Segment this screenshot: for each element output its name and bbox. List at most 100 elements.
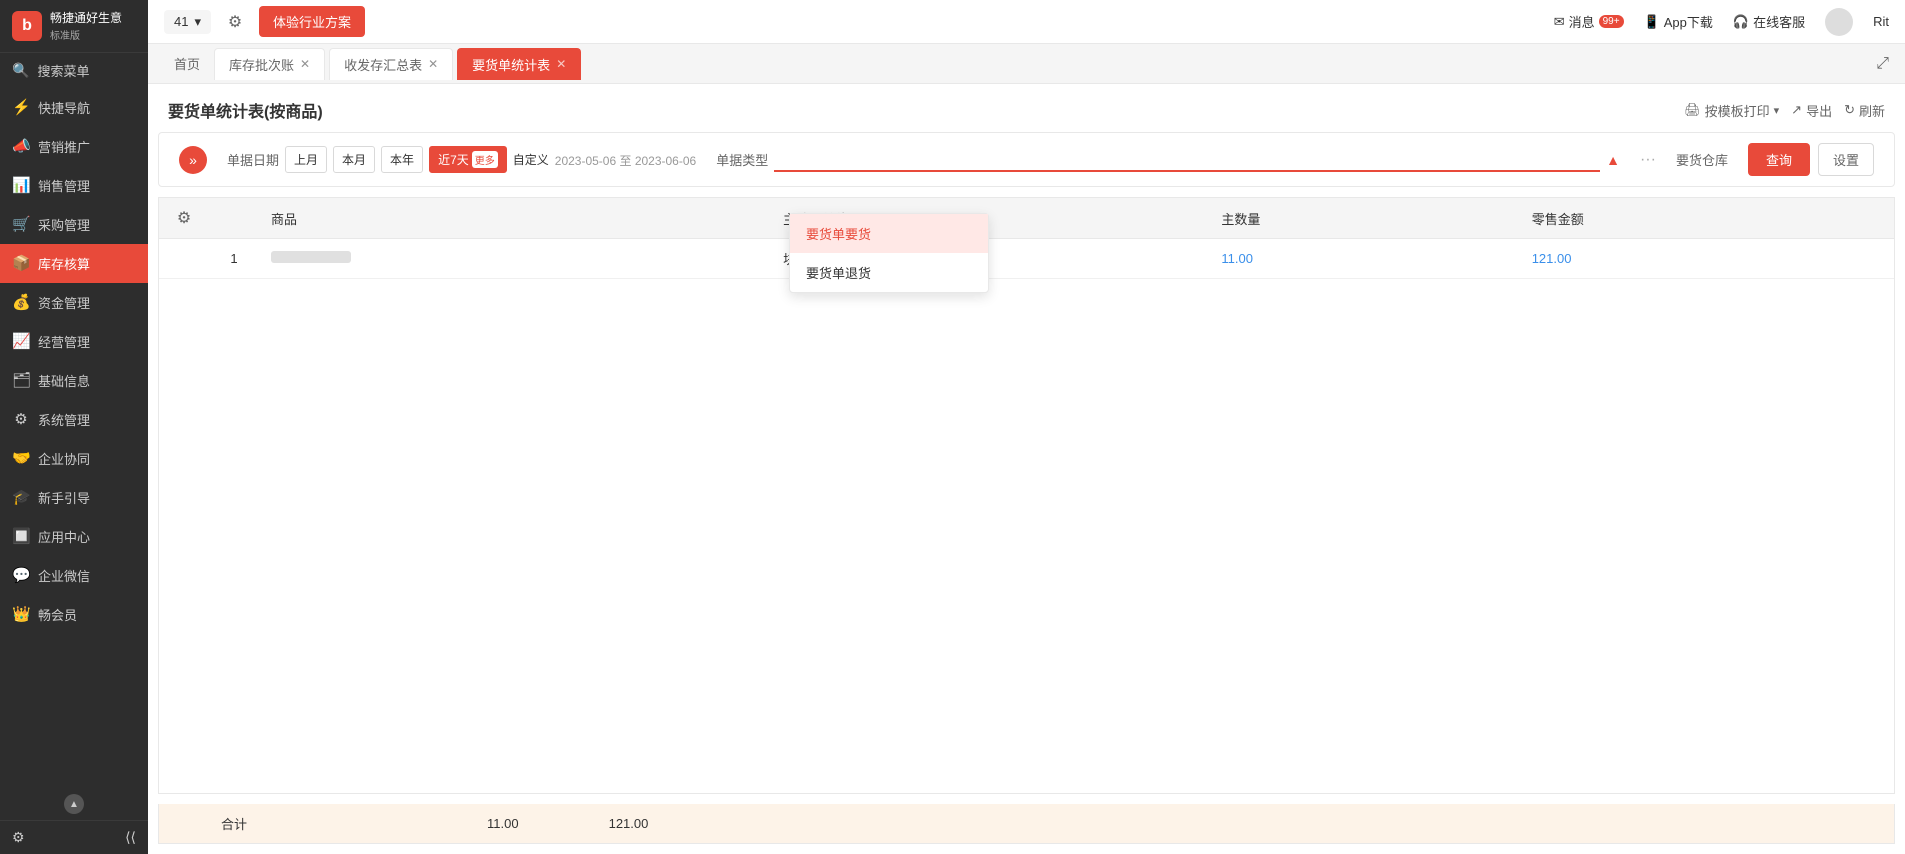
col-qty: 主数量 xyxy=(1209,198,1519,239)
col-settings-icon: ⚙ xyxy=(177,208,191,228)
sidebar-item-inventory[interactable]: 📦 库存核算 xyxy=(0,244,148,283)
refresh-btn[interactable]: ↻ 刷新 xyxy=(1844,101,1885,120)
sidebar-item-sales[interactable]: 📊 销售管理 xyxy=(0,166,148,205)
store-number: 41 xyxy=(174,14,188,29)
footer-label: 合计 xyxy=(221,814,247,833)
tab-receive-summary-label: 收发存汇总表 xyxy=(344,55,422,74)
date-recent-btn[interactable]: 近7天 更多 xyxy=(429,146,507,173)
phone-icon: 📱 xyxy=(1644,14,1660,30)
tab-order-stats[interactable]: 要货单统计表 ✕ xyxy=(457,48,581,80)
tab-home[interactable]: 首页 xyxy=(164,48,210,79)
tab-expand-btn[interactable]: ⤢ xyxy=(1876,55,1889,73)
customer-service-btn[interactable]: 🎧 在线客服 xyxy=(1733,12,1805,31)
date-up-btn[interactable]: 上月 xyxy=(285,146,327,173)
tab-inventory-batch-close[interactable]: ✕ xyxy=(300,57,310,71)
settings-icon[interactable]: ⚙ xyxy=(12,829,25,846)
topbar-settings-btn[interactable]: ⚙ xyxy=(221,8,249,36)
filter-expand-btn[interactable]: » xyxy=(179,146,207,174)
system-icon: ⚙ xyxy=(12,410,30,428)
date-year-btn[interactable]: 本年 xyxy=(381,146,423,173)
wechat-icon: 💬 xyxy=(12,566,30,584)
refresh-icon: ↻ xyxy=(1844,102,1855,118)
topbar: 41 ▾ ⚙ 体验行业方案 ✉ 消息 99+ 📱 App下载 🎧 在线客服 Ri… xyxy=(148,0,1905,44)
tab-inventory-batch-label: 库存批次账 xyxy=(229,55,294,74)
sidebar-logo: b 畅捷通好生意 标准版 xyxy=(0,0,148,53)
sidebar-item-cooperation[interactable]: 🤝 企业协同 xyxy=(0,439,148,478)
type-label: 单据类型 xyxy=(716,150,768,169)
date-more-badge: 更多 xyxy=(472,151,498,168)
col-amount: 零售金额 xyxy=(1520,198,1894,239)
date-current-btn[interactable]: 本月 xyxy=(333,146,375,173)
nav-label: 销售管理 xyxy=(38,176,90,195)
sidebar-item-finance[interactable]: 💰 资金管理 xyxy=(0,283,148,322)
date-range: 2023-05-06 至 2023-06-06 xyxy=(555,152,696,169)
tab-inventory-batch[interactable]: 库存批次账 ✕ xyxy=(214,48,325,80)
type-chevron-up-icon[interactable]: ▲ xyxy=(1606,152,1620,168)
store-selector[interactable]: 41 ▾ xyxy=(164,10,211,34)
sidebar-item-apps[interactable]: 🔲 应用中心 xyxy=(0,517,148,556)
cell-amount: 121.00 xyxy=(1520,239,1894,279)
purchase-icon: 🛒 xyxy=(12,215,30,233)
tab-order-stats-close[interactable]: ✕ xyxy=(556,57,566,71)
trial-btn[interactable]: 体验行业方案 xyxy=(259,6,365,37)
dropdown-item-purchase-order[interactable]: 要货单要货 xyxy=(790,214,988,253)
cell-product xyxy=(259,239,771,279)
logo-sub: 标准版 xyxy=(50,27,122,42)
sidebar-item-wechat[interactable]: 💬 企业微信 xyxy=(0,556,148,595)
inventory-icon: 📦 xyxy=(12,254,30,272)
nav-label: 新手引导 xyxy=(38,488,90,507)
sidebar-item-guide[interactable]: 🎓 新手引导 xyxy=(0,478,148,517)
dropdown-item-purchase-return[interactable]: 要货单退货 xyxy=(790,253,988,292)
sidebar-item-operation[interactable]: 📈 经营管理 xyxy=(0,322,148,361)
sidebar-nav: ⚡ 快捷导航 📣 营销推广 📊 销售管理 🛒 采购管理 📦 库存核算 💰 资金管… xyxy=(0,88,148,790)
col-settings[interactable]: ⚙ xyxy=(159,198,209,239)
member-icon: 👑 xyxy=(12,605,30,623)
filter-more-btn[interactable]: ··· xyxy=(1640,151,1656,169)
scroll-down-btn[interactable]: ▲ xyxy=(64,794,84,814)
type-input[interactable] xyxy=(774,147,1600,172)
type-dropdown: 要货单要货 要货单退货 xyxy=(789,213,989,293)
nav-label: 资金管理 xyxy=(38,293,90,312)
tab-receive-summary[interactable]: 收发存汇总表 ✕ xyxy=(329,48,453,80)
message-btn[interactable]: ✉ 消息 99+ xyxy=(1554,12,1624,31)
app-download-btn[interactable]: 📱 App下载 xyxy=(1644,12,1713,31)
collapse-icon[interactable]: ⟨⟨ xyxy=(125,829,136,846)
table-row: 1 块 11.00 121.00 xyxy=(159,239,1894,279)
search-icon: 🔍 xyxy=(12,62,29,79)
nav-label: 营销推广 xyxy=(38,137,90,156)
filter-settings-btn[interactable]: 设置 xyxy=(1818,143,1874,176)
nav-label: 系统管理 xyxy=(38,410,90,429)
sidebar-item-base[interactable]: 🗂 基础信息 xyxy=(0,361,148,400)
date-label: 单据日期 xyxy=(227,150,279,169)
export-icon: ↗ xyxy=(1791,102,1802,118)
cooperation-icon: 🤝 xyxy=(12,449,30,467)
sidebar: b 畅捷通好生意 标准版 🔍 搜索菜单 ⚡ 快捷导航 📣 营销推广 📊 销售管理… xyxy=(0,0,148,854)
headset-icon: 🎧 xyxy=(1733,14,1749,30)
sidebar-item-member[interactable]: 👑 畅会员 xyxy=(0,595,148,634)
operation-icon: 📈 xyxy=(12,332,30,350)
print-label: 按模板打印 xyxy=(1705,101,1770,120)
tab-home-label: 首页 xyxy=(174,54,200,73)
chevron-down-icon: ▾ xyxy=(194,14,201,30)
footer-qty: 11.00 xyxy=(487,816,519,831)
base-icon: 🗂 xyxy=(12,371,30,389)
sidebar-search[interactable]: 🔍 搜索菜单 xyxy=(0,53,148,88)
nav-label: 基础信息 xyxy=(38,371,90,390)
date-custom-btn[interactable]: 自定义 xyxy=(513,151,549,168)
message-label: 消息 xyxy=(1569,12,1595,31)
sidebar-item-purchase[interactable]: 🛒 采购管理 xyxy=(0,205,148,244)
sidebar-item-system[interactable]: ⚙ 系统管理 xyxy=(0,400,148,439)
print-icon: 🖨 xyxy=(1684,102,1701,118)
nav-label: 快捷导航 xyxy=(38,98,90,117)
guide-icon: 🎓 xyxy=(12,488,30,506)
print-btn[interactable]: 🖨 按模板打印 ▾ xyxy=(1684,101,1779,120)
sidebar-item-marketing[interactable]: 📣 营销推广 xyxy=(0,127,148,166)
filter-date-group: 单据日期 上月 本月 本年 近7天 更多 自定义 2023-05-06 至 20… xyxy=(227,146,696,173)
quick-nav-icon: ⚡ xyxy=(12,98,30,116)
sidebar-item-quick-nav[interactable]: ⚡ 快捷导航 xyxy=(0,88,148,127)
tab-receive-summary-close[interactable]: ✕ xyxy=(428,57,438,71)
user-avatar[interactable] xyxy=(1825,8,1853,36)
filter-actions: 查询 设置 xyxy=(1748,143,1874,176)
query-btn[interactable]: 查询 xyxy=(1748,143,1810,176)
export-btn[interactable]: ↗ 导出 xyxy=(1791,101,1832,120)
